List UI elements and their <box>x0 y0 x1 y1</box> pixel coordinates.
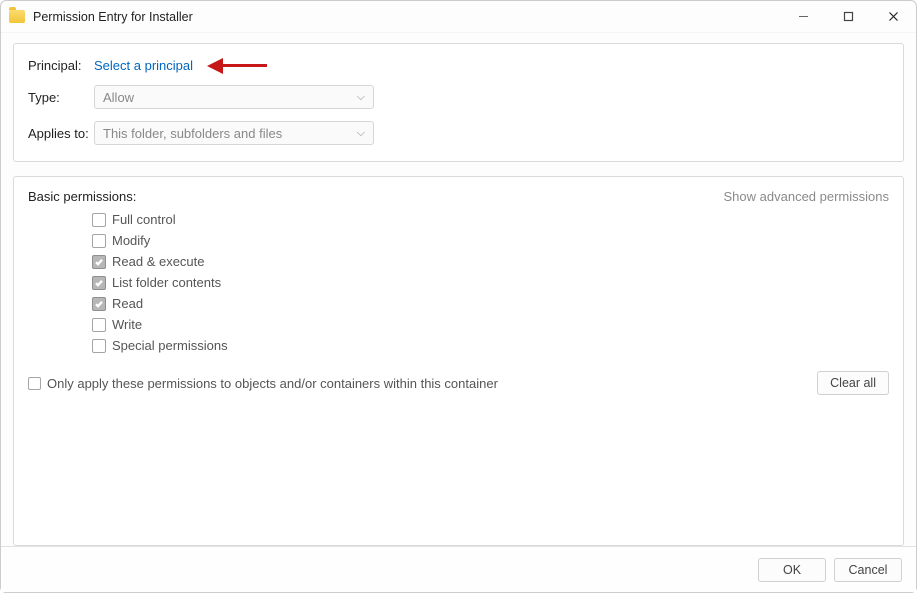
permissions-title: Basic permissions: <box>28 189 136 204</box>
folder-icon <box>9 10 25 23</box>
type-row: Type: Allow ⌵ <box>28 85 889 109</box>
maximize-icon <box>843 11 854 22</box>
checkbox <box>92 255 106 269</box>
perm-label: Read <box>112 296 143 311</box>
cancel-button[interactable]: Cancel <box>834 558 902 582</box>
type-value: Allow <box>103 90 357 105</box>
perm-label: Full control <box>112 212 176 227</box>
annotation-arrow <box>207 62 267 70</box>
checkbox <box>92 234 106 248</box>
checkbox <box>92 297 106 311</box>
only-apply-checkbox-row[interactable]: Only apply these permissions to objects … <box>28 376 498 391</box>
applies-label: Applies to: <box>28 126 94 141</box>
checkbox <box>92 339 106 353</box>
perm-full-control[interactable]: Full control <box>92 212 889 227</box>
maximize-button[interactable] <box>826 1 871 32</box>
ok-button[interactable]: OK <box>758 558 826 582</box>
checkbox <box>92 213 106 227</box>
select-principal-link[interactable]: Select a principal <box>94 58 193 73</box>
window-title: Permission Entry for Installer <box>33 10 781 24</box>
content-area: Principal: Select a principal Type: Allo… <box>1 33 916 546</box>
checkbox <box>28 377 41 390</box>
permissions-panel: Basic permissions: Show advanced permiss… <box>13 176 904 546</box>
principal-label: Principal: <box>28 58 94 73</box>
type-label: Type: <box>28 90 94 105</box>
chevron-down-icon: ⌵ <box>357 127 365 140</box>
perm-modify[interactable]: Modify <box>92 233 889 248</box>
applies-select[interactable]: This folder, subfolders and files ⌵ <box>94 121 374 145</box>
dialog-window: Permission Entry for Installer Principal… <box>0 0 917 593</box>
minimize-icon <box>798 11 809 22</box>
perm-write[interactable]: Write <box>92 317 889 332</box>
perm-read-execute[interactable]: Read & execute <box>92 254 889 269</box>
type-select[interactable]: Allow ⌵ <box>94 85 374 109</box>
perm-list-folder[interactable]: List folder contents <box>92 275 889 290</box>
only-apply-label: Only apply these permissions to objects … <box>47 376 498 391</box>
perm-label: List folder contents <box>112 275 221 290</box>
perm-label: Read & execute <box>112 254 205 269</box>
checkbox <box>92 318 106 332</box>
chevron-down-icon: ⌵ <box>357 91 365 104</box>
close-button[interactable] <box>871 1 916 32</box>
target-panel: Principal: Select a principal Type: Allo… <box>13 43 904 162</box>
checkbox <box>92 276 106 290</box>
minimize-button[interactable] <box>781 1 826 32</box>
titlebar-controls <box>781 1 916 32</box>
principal-row: Principal: Select a principal <box>28 58 889 73</box>
perm-label: Modify <box>112 233 150 248</box>
applies-row: Applies to: This folder, subfolders and … <box>28 121 889 145</box>
permissions-checklist: Full control Modify Read & execute List … <box>28 212 889 353</box>
close-icon <box>888 11 899 22</box>
show-advanced-link[interactable]: Show advanced permissions <box>724 189 889 204</box>
perm-read[interactable]: Read <box>92 296 889 311</box>
titlebar: Permission Entry for Installer <box>1 1 916 33</box>
clear-all-button[interactable]: Clear all <box>817 371 889 395</box>
perm-label: Special permissions <box>112 338 228 353</box>
dialog-footer: OK Cancel <box>1 546 916 592</box>
permissions-bottom-row: Only apply these permissions to objects … <box>28 371 889 395</box>
permissions-header: Basic permissions: Show advanced permiss… <box>28 189 889 204</box>
perm-special[interactable]: Special permissions <box>92 338 889 353</box>
applies-value: This folder, subfolders and files <box>103 126 357 141</box>
perm-label: Write <box>112 317 142 332</box>
